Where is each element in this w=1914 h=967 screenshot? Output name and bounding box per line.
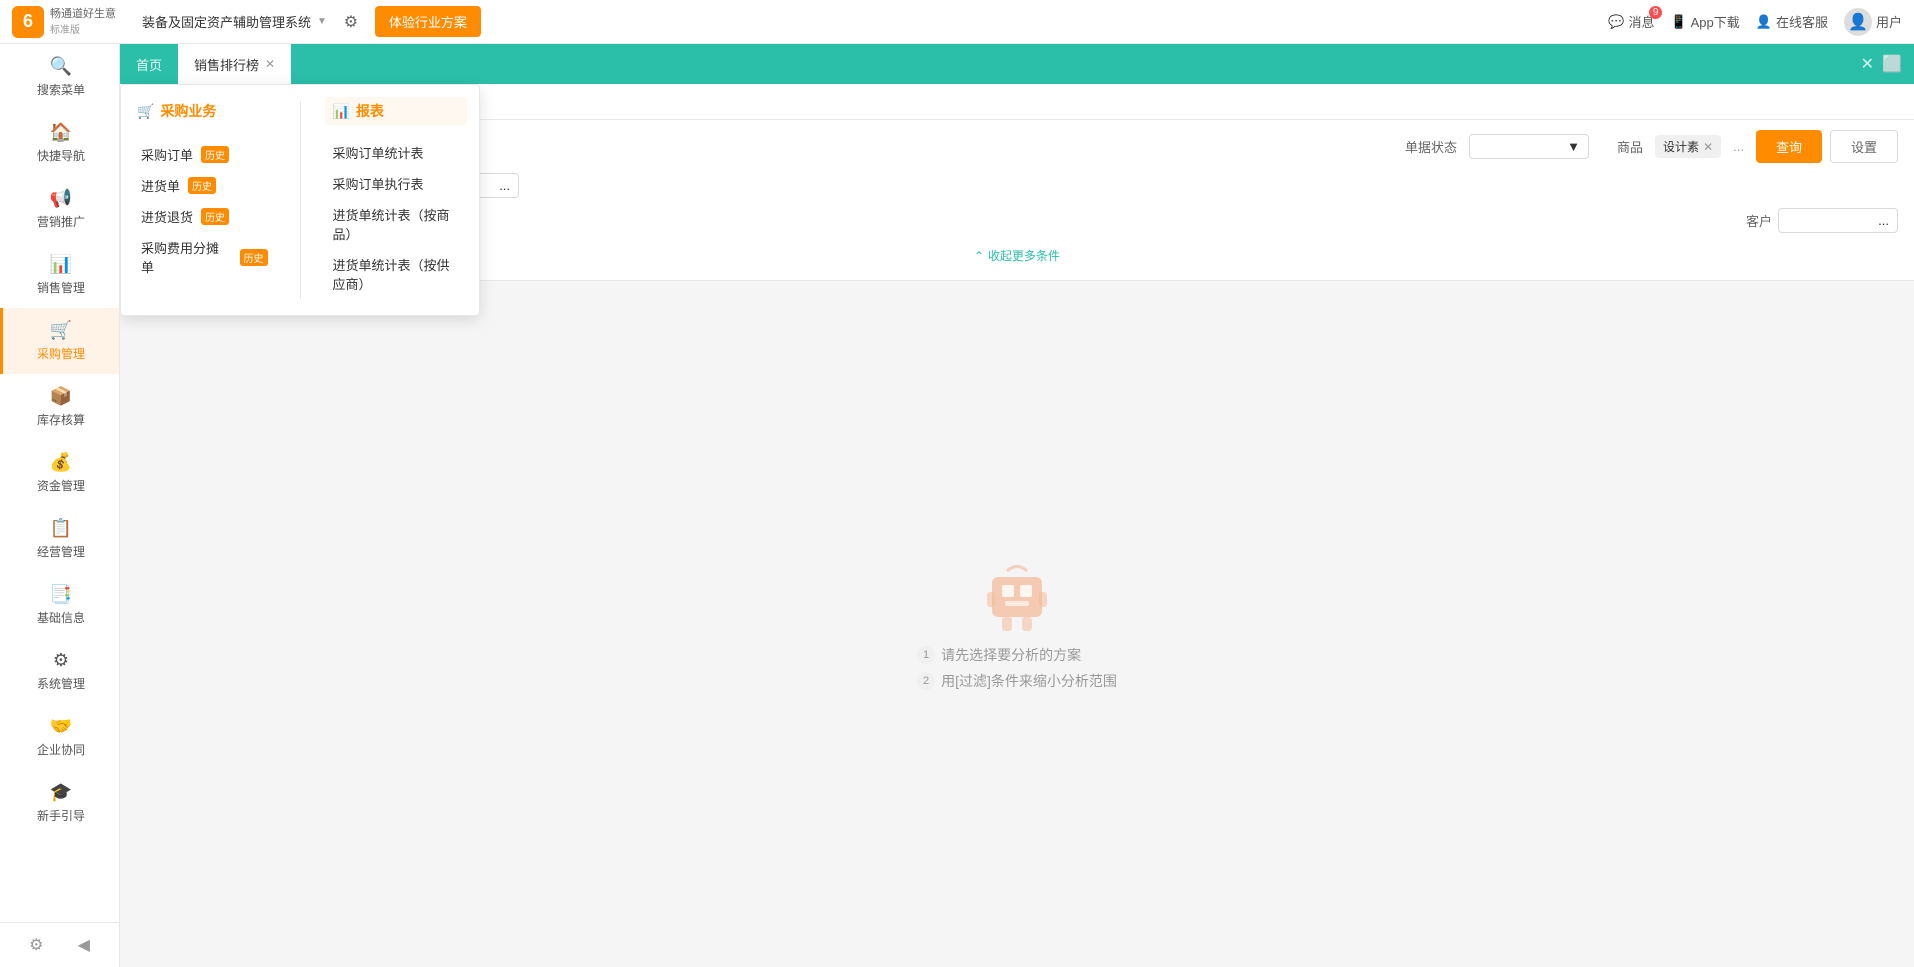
customer-arrow: ... [1878,213,1889,228]
message-btn[interactable]: 💬 消息 9 [1608,12,1654,31]
logo-icon: 6 [12,6,44,38]
sidebar-item-system[interactable]: ⚙ 系统管理 [0,638,119,704]
empty-illustration [967,557,1067,637]
menu-item-report-order-stat[interactable]: 采购订单统计表 [329,137,464,168]
tab-close-icon[interactable]: ✕ [265,57,275,71]
home-icon: 🏠 [50,122,72,143]
menu-item-report-inbound-goods[interactable]: 进货单统计表（按商品） [329,199,464,249]
purchase-menu-icon: 🛒 [137,103,154,120]
bill-status-select[interactable]: ▼ [1469,134,1589,159]
customer-label: 客户 [1746,211,1772,230]
sidebar: 🔍 搜索菜单 🏠 快捷导航 📢 营销推广 📊 销售管理 🛒 采购管理 📦 库存核… [0,44,120,967]
menu-item-report-inbound-supplier[interactable]: 进货单统计表（按供应商） [329,249,464,299]
tabbar: 首页 销售排行榜 ✕ ✕ ⬜ [120,44,1914,84]
customer-select[interactable]: ... [1778,208,1898,233]
sidebar-item-enterprise[interactable]: 🤝 企业协同 [0,704,119,770]
cart-icon: 🛒 [50,320,72,341]
box-icon: 📦 [50,386,72,407]
industry-btn[interactable]: 体验行业方案 [375,6,481,37]
system-dropdown-arrow: ▼ [317,16,327,27]
sidebar-item-purchase[interactable]: 🛒 采购管理 [0,308,119,374]
menu-item-inbound[interactable]: 进货单 历史 [137,170,272,201]
sidebar-item-basic[interactable]: 📑 基础信息 [0,572,119,638]
logo-line2: 标准版 [50,21,116,36]
goods-tag: 设计素 ✕ [1655,135,1721,158]
tab-close-all-icon[interactable]: ✕ [1861,54,1874,74]
main-layout: 🔍 搜索菜单 🏠 快捷导航 📢 营销推广 📊 销售管理 🛒 采购管理 📦 库存核… [0,44,1914,967]
menu-item-purchase-order[interactable]: 采购订单 历史 [137,139,272,170]
empty-state: 1 请先选择要分析的方案 2 用[过滤]条件来缩小分析范围 [120,281,1914,967]
menu-item-report-order-exec[interactable]: 采购订单执行表 [329,168,464,199]
logo-area: 6 畅通道好生意 标准版 [12,6,132,38]
sidebar-item-sales[interactable]: 📊 销售管理 [0,242,119,308]
empty-svg [967,557,1067,637]
system-name[interactable]: 装备及固定资产辅助管理系统 ▼ [142,12,327,31]
sidebar-item-marketing[interactable]: 📢 营销推广 [0,176,119,242]
search-icon: 🔍 [50,56,72,77]
purchase-section: 🛒 采购业务 采购订单 历史 进货单 历史 进货退货 历史 采购费用分摊单 [137,101,272,299]
megaphone-icon: 📢 [50,188,72,209]
query-btn[interactable]: 查询 [1756,130,1822,163]
menu-item-inbound-return[interactable]: 进货退货 历史 [137,201,272,232]
tabbar-right-controls: ✕ ⬜ [1861,54,1914,74]
graduation-icon: 🎓 [50,782,72,803]
avatar: 👤 [1844,8,1872,36]
sidebar-item-quick-nav[interactable]: 🏠 快捷导航 [0,110,119,176]
sidebar-item-inventory[interactable]: 📦 库存核算 [0,374,119,440]
hint-item-1: 1 请先选择要分析的方案 [917,645,1117,665]
goods-label: 商品 [1617,137,1643,156]
app-download-btn[interactable]: 📱 App下载 [1670,12,1739,31]
message-badge: 9 [1649,6,1663,19]
hist-badge-2: 历史 [201,208,229,225]
topbar-right: 💬 消息 9 📱 App下载 👤 在线客服 👤 用户 [1608,8,1902,36]
handshake-icon: 🤝 [50,716,72,737]
purchase-dropdown-menu: 🛒 采购业务 采购订单 历史 进货单 历史 进货退货 历史 采购费用分摊单 [120,84,480,316]
tab-maximize-icon[interactable]: ⬜ [1882,54,1902,74]
goods-tag-remove[interactable]: ✕ [1703,140,1713,154]
filter-actions: 查询 设置 [1756,130,1898,163]
menu-item-purchase-cost[interactable]: 采购费用分摊单 历史 [137,232,272,282]
hint-item-2: 2 用[过滤]条件来缩小分析范围 [917,671,1117,691]
sidebar-item-finance[interactable]: 💰 资金管理 [0,440,119,506]
sidebar-item-search[interactable]: 🔍 搜索菜单 [0,44,119,110]
sidebar-item-operation[interactable]: 📋 经营管理 [0,506,119,572]
sidebar-item-newbie[interactable]: 🎓 新手引导 [0,770,119,836]
set-btn[interactable]: 设置 [1830,130,1898,163]
user-area[interactable]: 👤 用户 [1844,8,1902,36]
empty-hints: 1 请先选择要分析的方案 2 用[过滤]条件来缩小分析范围 [917,645,1117,691]
report-section: 📊 报表 采购订单统计表 采购订单执行表 进货单统计表（按商品） 进货单统计表（… [329,101,464,299]
bill-status-arrow: ▼ [1567,139,1580,154]
hist-badge-0: 历史 [201,146,229,163]
document-icon: 📑 [50,584,72,605]
content-area: 首页 销售排行榜 ✕ ✕ ⬜ ❓ 帮助 🖨 按模板打印 ▼ ↗ [120,44,1914,967]
logo-line1: 畅通道好生意 [50,7,116,21]
message-icon: 💬 [1608,14,1624,30]
collapse-up-icon: ⌃ [974,249,984,263]
report-menu-icon: 📊 [333,103,350,120]
gear-icon[interactable]: ⚙ [337,8,365,36]
chart-icon: 📊 [50,254,72,275]
hist-badge-1: 历史 [188,177,216,194]
menu-divider [300,101,301,299]
sidebar-bottom: ⚙ ◀ [0,922,119,967]
goods-more-icon[interactable]: ... [1733,139,1744,154]
online-service-btn[interactable]: 👤 在线客服 [1756,12,1828,31]
phone-icon: 📱 [1670,14,1686,30]
collapse-sidebar-icon[interactable]: ◀ [78,935,90,955]
money-icon: 💰 [50,452,72,473]
tab-sales-rank[interactable]: 销售排行榜 ✕ [178,44,291,84]
purchase-section-title: 🛒 采购业务 [137,101,272,127]
clipboard-icon: 📋 [50,518,72,539]
settings-bottom-icon[interactable]: ⚙ [29,935,43,955]
topbar: 6 畅通道好生意 标准版 装备及固定资产辅助管理系统 ▼ ⚙ 体验行业方案 💬 … [0,0,1914,44]
salesperson-arrow: ... [499,178,510,193]
service-icon: 👤 [1756,14,1772,30]
tab-home[interactable]: 首页 [120,44,178,84]
report-section-title: 📊 报表 [325,97,468,125]
hist-badge-3: 历史 [240,249,268,266]
bill-status-label: 单据状态 [1405,137,1457,156]
settings-icon: ⚙ [53,650,69,671]
